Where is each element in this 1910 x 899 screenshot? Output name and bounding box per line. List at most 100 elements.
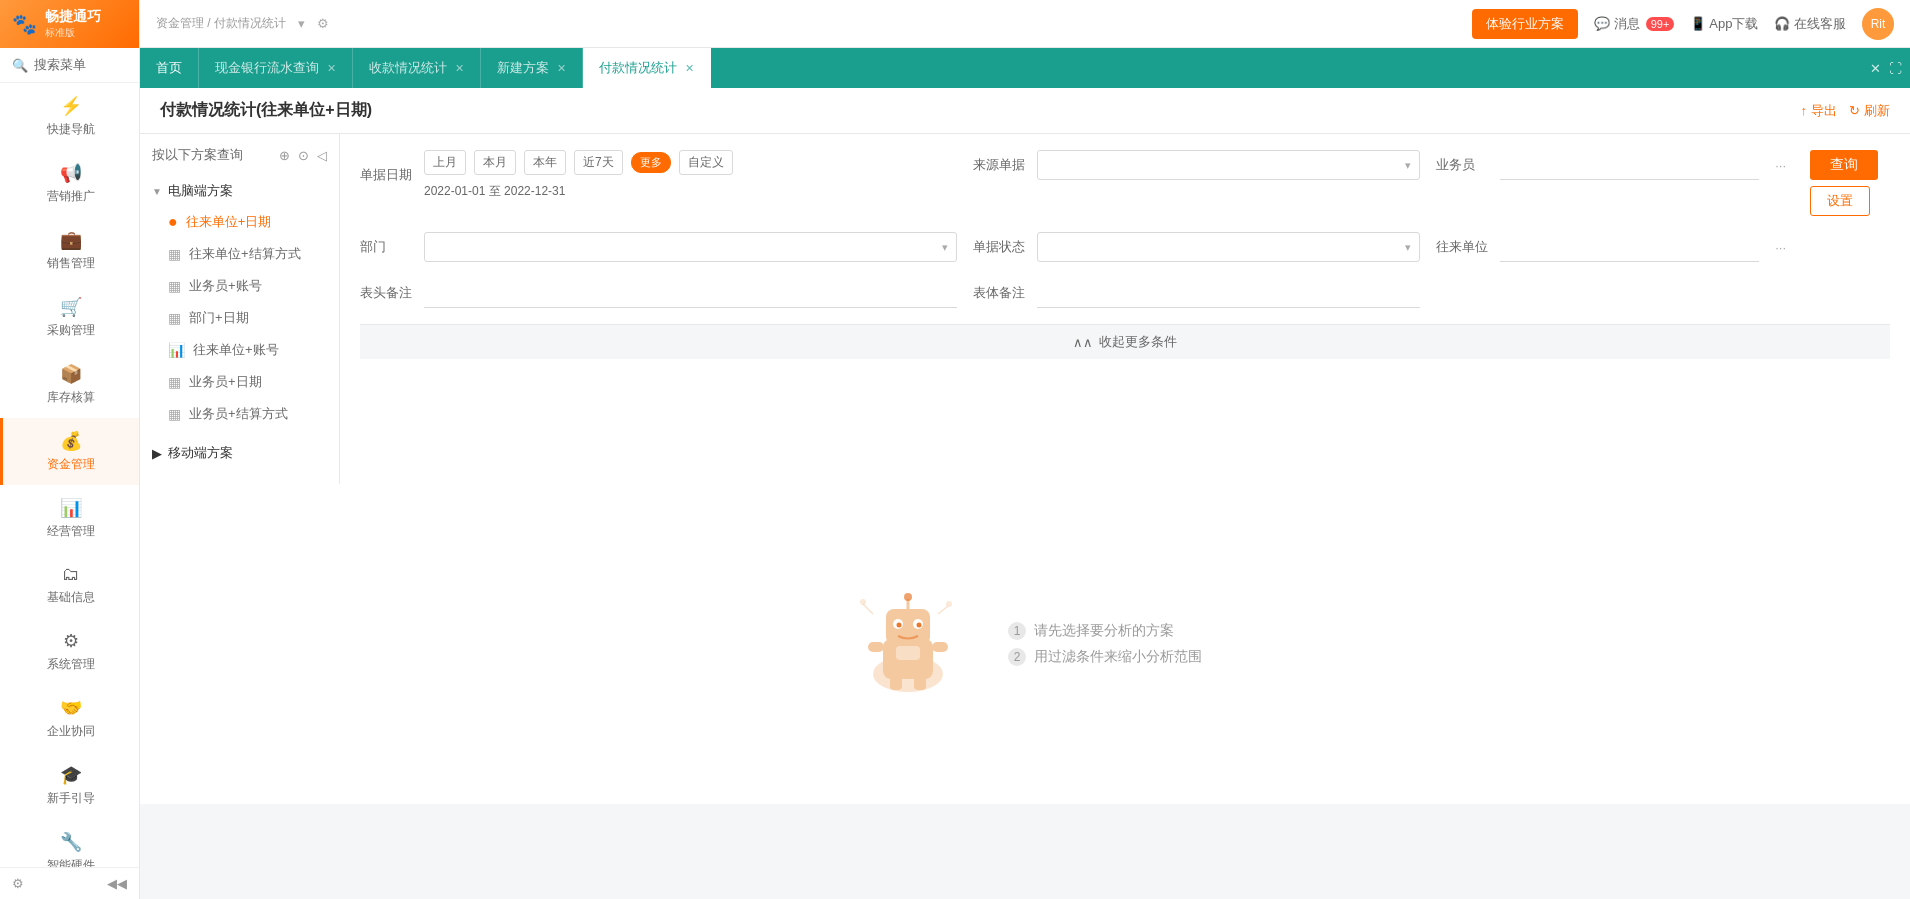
scheme-item-label: 部门+日期 bbox=[189, 309, 249, 327]
add-scheme-icon[interactable]: ⊕ bbox=[279, 148, 290, 163]
sidebar-item-hardware[interactable]: 🔧 智能硬件 bbox=[0, 819, 139, 867]
svg-point-17 bbox=[946, 601, 952, 607]
scheme-section-mobile-title[interactable]: ▶ 移动端方案 bbox=[140, 438, 339, 468]
date-range-display: 2022-01-01 至 2022-12-31 bbox=[424, 183, 733, 200]
date-more-btn[interactable]: 更多 bbox=[631, 152, 671, 173]
hardware-icon: 🔧 bbox=[60, 831, 82, 853]
sidebar-item-inventory[interactable]: 📦 库存核算 bbox=[0, 351, 139, 418]
tab-collection-stats[interactable]: 收款情况统计 ✕ bbox=[353, 48, 481, 88]
tab-close-icon[interactable]: ✕ bbox=[685, 62, 694, 75]
scheme-settings-icon[interactable]: ⊙ bbox=[298, 148, 309, 163]
sidebar-item-quick-nav[interactable]: ⚡ 快捷导航 bbox=[0, 83, 139, 150]
download-icon: 📱 bbox=[1690, 16, 1706, 31]
scheme-item-partner-account[interactable]: 📊 往来单位+账号 bbox=[140, 334, 339, 366]
app-download-label: App下载 bbox=[1709, 16, 1758, 31]
export-button[interactable]: ↑ 导出 bbox=[1801, 102, 1838, 120]
sidebar-item-sales[interactable]: 💼 销售管理 bbox=[0, 217, 139, 284]
svg-rect-9 bbox=[868, 642, 884, 652]
query-button[interactable]: 查询 bbox=[1810, 150, 1878, 180]
partner-dots-icon[interactable]: ··· bbox=[1767, 240, 1794, 255]
sidebar-item-label: 经营管理 bbox=[47, 523, 95, 540]
message-icon: 💬 bbox=[1594, 16, 1610, 31]
collapse-bar[interactable]: ∧∧ 收起更多条件 bbox=[360, 324, 1890, 359]
app-version: 标准版 bbox=[45, 26, 101, 40]
svg-line-14 bbox=[863, 604, 873, 614]
partner-label: 往来单位 bbox=[1436, 238, 1492, 256]
filter-field-bill-status: 单据状态 ▾ bbox=[973, 232, 1420, 262]
tab-new-scheme[interactable]: 新建方案 ✕ bbox=[481, 48, 583, 88]
bill-status-select[interactable]: ▾ bbox=[1037, 232, 1420, 262]
tab-home[interactable]: 首页 bbox=[140, 48, 199, 88]
tab-label: 首页 bbox=[156, 59, 182, 77]
refresh-icon: ↻ bbox=[1849, 103, 1860, 118]
tab-bank-flow[interactable]: 现金银行流水查询 ✕ bbox=[199, 48, 353, 88]
header-remark-input[interactable] bbox=[424, 278, 957, 308]
tab-expand-icon[interactable]: ⛶ bbox=[1889, 61, 1902, 76]
partner-input[interactable] bbox=[1500, 232, 1759, 262]
date-last-month-btn[interactable]: 上月 bbox=[424, 150, 466, 175]
app-name: 畅捷通巧 bbox=[45, 8, 101, 26]
scheme-item-label: 往来单位+日期 bbox=[186, 213, 272, 231]
tab-close-all-icon[interactable]: ✕ bbox=[1870, 61, 1881, 76]
online-service-btn[interactable]: 🎧 在线客服 bbox=[1774, 15, 1846, 33]
tab-close-icon[interactable]: ✕ bbox=[557, 62, 566, 75]
quick-nav-icon: ⚡ bbox=[60, 95, 82, 117]
tab-close-icon[interactable]: ✕ bbox=[327, 62, 336, 75]
sidebar-item-marketing[interactable]: 📢 营销推广 bbox=[0, 150, 139, 217]
empty-tip-2: 2 用过滤条件来缩小分析范围 bbox=[1008, 648, 1202, 666]
sidebar-bottom: ⚙ ◀◀ bbox=[0, 867, 139, 899]
scheme-item-icon: ▦ bbox=[168, 406, 181, 422]
date-last-7days-btn[interactable]: 近7天 bbox=[574, 150, 623, 175]
settings-gear-icon[interactable]: ⚙ bbox=[317, 16, 329, 31]
export-icon: ↑ bbox=[1801, 103, 1808, 118]
salesman-input[interactable] bbox=[1500, 150, 1759, 180]
tab-payment-stats[interactable]: 付款情况统计 ✕ bbox=[583, 48, 711, 88]
sidebar-item-basic[interactable]: 🗂 基础信息 bbox=[0, 552, 139, 618]
message-btn[interactable]: 💬 消息 99+ bbox=[1594, 15, 1674, 33]
settings-icon[interactable]: ⚙ bbox=[12, 876, 24, 891]
sidebar-item-label: 资金管理 bbox=[47, 456, 95, 473]
user-avatar[interactable]: Rit bbox=[1862, 8, 1894, 40]
app-download-btn[interactable]: 📱 App下载 bbox=[1690, 15, 1758, 33]
dept-select[interactable]: ▾ bbox=[424, 232, 957, 262]
svg-point-8 bbox=[904, 593, 912, 601]
svg-rect-13 bbox=[896, 646, 920, 660]
sidebar-item-capital[interactable]: 💰 资金管理 bbox=[0, 418, 139, 485]
trial-button[interactable]: 体验行业方案 bbox=[1472, 9, 1578, 39]
source-select[interactable]: ▾ bbox=[1037, 150, 1420, 180]
scheme-item-salesman-settlement[interactable]: ▦ 业务员+结算方式 bbox=[140, 398, 339, 430]
system-icon: ⚙ bbox=[63, 630, 79, 652]
filter-field-dept: 部门 ▾ bbox=[360, 232, 957, 262]
empty-tips: 1 请先选择要分析的方案 2 用过滤条件来缩小分析范围 bbox=[1008, 622, 1202, 666]
scheme-item-salesman-date[interactable]: ▦ 业务员+日期 bbox=[140, 366, 339, 398]
tab-close-icon[interactable]: ✕ bbox=[455, 62, 464, 75]
filter-form: 单据日期 上月 本月 本年 近7天 更多 自定义 2022-01-01 至 20… bbox=[340, 134, 1910, 484]
export-label: 导出 bbox=[1811, 102, 1837, 120]
dropdown-arrow-icon[interactable]: ▾ bbox=[298, 16, 305, 31]
body-remark-input[interactable] bbox=[1037, 278, 1420, 308]
svg-rect-11 bbox=[890, 676, 902, 690]
date-this-year-btn[interactable]: 本年 bbox=[524, 150, 566, 175]
app-logo: 🐾 畅捷通巧 标准版 bbox=[0, 0, 139, 48]
scheme-item-salesman-account[interactable]: ▦ 业务员+账号 bbox=[140, 270, 339, 302]
collapse-sidebar-icon[interactable]: ◀◀ bbox=[107, 876, 127, 891]
sidebar-item-guide[interactable]: 🎓 新手引导 bbox=[0, 752, 139, 819]
sidebar-item-operation[interactable]: 📊 经营管理 bbox=[0, 485, 139, 552]
scheme-item-partner-settlement[interactable]: ▦ 往来单位+结算方式 bbox=[140, 238, 339, 270]
scheme-section-desktop-title[interactable]: ▼ 电脑端方案 bbox=[140, 176, 339, 206]
date-this-month-btn[interactable]: 本月 bbox=[474, 150, 516, 175]
sidebar-item-purchase[interactable]: 🛒 采购管理 bbox=[0, 284, 139, 351]
svg-point-5 bbox=[897, 623, 902, 628]
sidebar-item-system[interactable]: ⚙ 系统管理 bbox=[0, 618, 139, 685]
search-menu[interactable]: 🔍 搜索菜单 bbox=[0, 48, 139, 83]
empty-tip-1: 1 请先选择要分析的方案 bbox=[1008, 622, 1202, 640]
setting-button[interactable]: 设置 bbox=[1810, 186, 1870, 216]
refresh-button[interactable]: ↻ 刷新 bbox=[1849, 102, 1890, 120]
scheme-item-partner-date[interactable]: ● 往来单位+日期 bbox=[140, 206, 339, 238]
scheme-collapse-icon[interactable]: ◁ bbox=[317, 148, 327, 163]
salesman-dots-icon[interactable]: ··· bbox=[1767, 158, 1794, 173]
collapse-icon: ∧∧ bbox=[1073, 335, 1093, 350]
sidebar-item-enterprise[interactable]: 🤝 企业协同 bbox=[0, 685, 139, 752]
scheme-item-dept-date[interactable]: ▦ 部门+日期 bbox=[140, 302, 339, 334]
date-custom-btn[interactable]: 自定义 bbox=[679, 150, 733, 175]
